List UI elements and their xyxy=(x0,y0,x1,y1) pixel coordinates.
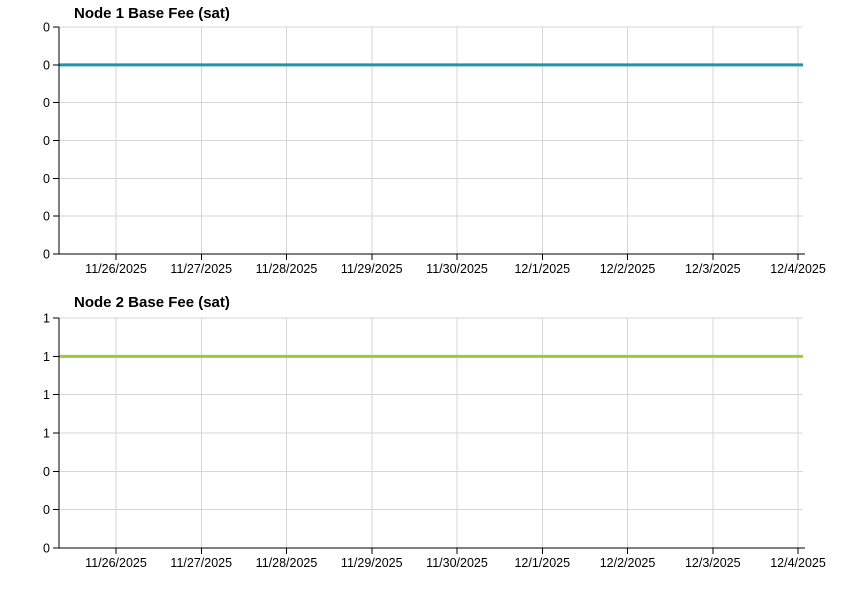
x-tick-label: 11/28/2025 xyxy=(256,262,318,276)
x-tick-label: 11/27/2025 xyxy=(170,262,232,276)
y-tick-label: 0 xyxy=(43,96,50,110)
x-tick-label: 11/29/2025 xyxy=(341,556,403,570)
x-tick-label: 11/30/2025 xyxy=(426,262,488,276)
y-tick-label: 1 xyxy=(43,350,50,364)
x-tick-label: 11/29/2025 xyxy=(341,262,403,276)
y-tick-label: 0 xyxy=(43,248,50,262)
x-tick-label: 12/2/2025 xyxy=(600,262,656,276)
y-tick-label: 0 xyxy=(43,542,50,556)
y-tick-label: 0 xyxy=(43,58,50,72)
node2-base-fee-chart: 1 1 1 1 0 0 0 11/26/2025 11/27/2025 11/28/2025 11/… xyxy=(43,312,826,571)
y-tick-label: 0 xyxy=(43,21,50,35)
y-tick-label: 0 xyxy=(43,172,50,186)
x-tick-label: 12/3/2025 xyxy=(685,262,741,276)
y-tick-label: 1 xyxy=(43,312,50,326)
x-tick-label: 12/1/2025 xyxy=(514,556,570,570)
dashboard-canvas: Node 1 Base Fee (sat) 0 0 0 0 0 0 0 11/26/2025 1… xyxy=(0,0,860,600)
y-tick-label: 0 xyxy=(43,134,50,148)
y-tick-label: 0 xyxy=(43,503,50,517)
x-tick-label: 11/26/2025 xyxy=(85,262,147,276)
node1-base-fee-chart: 0 0 0 0 0 0 0 11/26/2025 11/27/2025 11/28/2025 11/… xyxy=(43,21,826,277)
y-tick-label: 1 xyxy=(43,427,50,441)
x-tick-label: 11/30/2025 xyxy=(426,556,488,570)
y-tick-label: 0 xyxy=(43,210,50,224)
x-tick-label: 11/26/2025 xyxy=(85,556,147,570)
x-tick-label: 12/4/2025 xyxy=(770,262,826,276)
y-tick-label: 0 xyxy=(43,465,50,479)
x-tick-label: 11/28/2025 xyxy=(256,556,318,570)
x-tick-label: 12/3/2025 xyxy=(685,556,741,570)
x-tick-label: 12/4/2025 xyxy=(770,556,826,570)
x-tick-label: 12/2/2025 xyxy=(600,556,656,570)
y-tick-label: 1 xyxy=(43,388,50,402)
x-tick-label: 11/27/2025 xyxy=(170,556,232,570)
x-tick-label: 12/1/2025 xyxy=(514,262,570,276)
